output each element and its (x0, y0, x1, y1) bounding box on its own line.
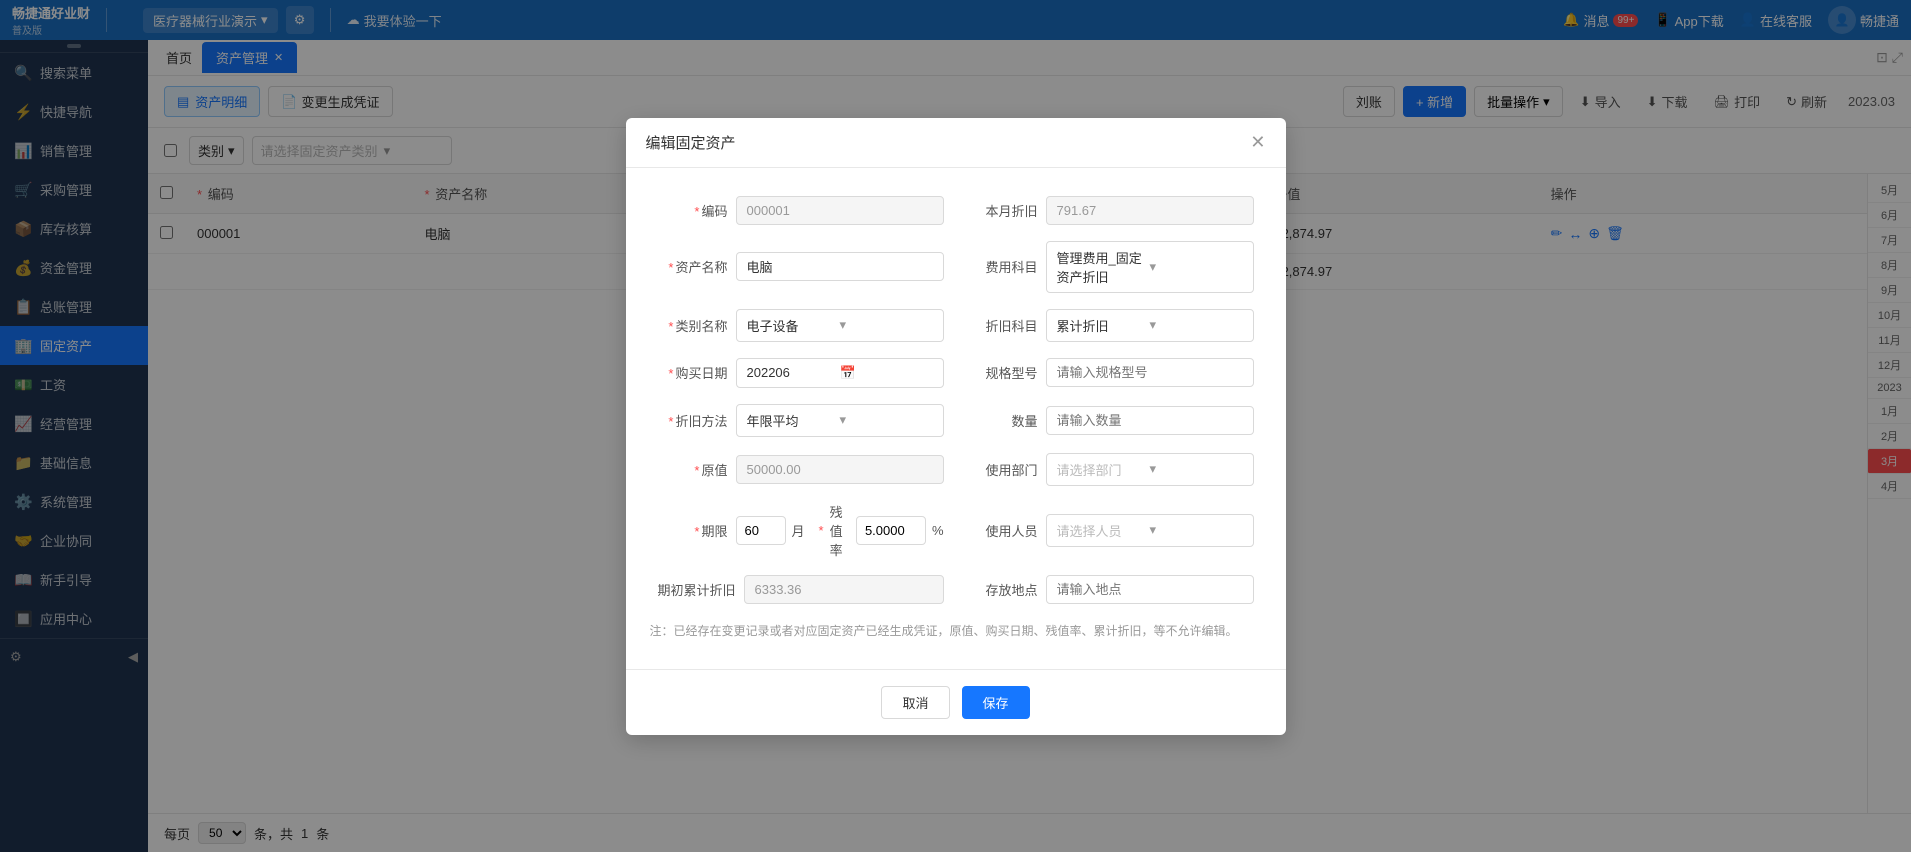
form-group-spec-model: 规格型号 (956, 350, 1266, 396)
depreciation-method-label: *折旧方法 (658, 411, 728, 430)
cancel-button[interactable]: 取消 (881, 686, 949, 719)
modal-footer: 取消 保存 (626, 669, 1286, 735)
form-group-monthly-depreciation: 本月折旧 (956, 188, 1266, 233)
original-value-label: *原值 (658, 460, 728, 479)
form-group-quantity: 数量 (956, 396, 1266, 445)
form-group-original-value: *原值 (646, 445, 956, 494)
depreciation-subject-label: 折旧科目 (968, 316, 1038, 335)
category-chevron: ▾ (840, 317, 933, 333)
code-label: *编码 (658, 201, 728, 220)
form-group-depreciation-subject: 折旧科目 累计折旧 ▾ (956, 301, 1266, 350)
depreciation-subject-select[interactable]: 累计折旧 ▾ (1046, 309, 1254, 342)
location-input[interactable] (1046, 575, 1254, 604)
form-group-depreciation-method: *折旧方法 年限平均 ▾ (646, 396, 956, 445)
form-group-expense-subject: 费用科目 管理费用_固定资产折旧 ▾ (956, 233, 1266, 301)
form-group-category: *类别名称 电子设备 ▾ (646, 301, 956, 350)
period-input (736, 516, 786, 545)
period-accumulated-label: 期初累计折旧 (658, 580, 736, 599)
department-label: 使用部门 (968, 460, 1038, 479)
location-label: 存放地点 (968, 580, 1038, 599)
modal-title: 编辑固定资产 (646, 132, 736, 153)
expense-subject-select[interactable]: 管理费用_固定资产折旧 ▾ (1046, 241, 1254, 293)
modal-header: 编辑固定资产 ✕ (626, 118, 1286, 168)
original-value-input (736, 455, 944, 484)
residual-rate-label-text: 残值率 (830, 502, 850, 559)
depreciation-subject-chevron: ▾ (1150, 317, 1243, 333)
period-label: *期限 (658, 521, 728, 540)
expense-subject-chevron: ▾ (1150, 259, 1243, 275)
purchase-date-label: *购买日期 (658, 363, 728, 382)
monthly-depreciation-input (1046, 196, 1254, 225)
department-select[interactable]: 请选择部门 ▾ (1046, 453, 1254, 486)
code-input[interactable] (736, 196, 944, 225)
form-group-code: *编码 (646, 188, 956, 233)
depreciation-method-select[interactable]: 年限平均 ▾ (736, 404, 944, 437)
save-button[interactable]: 保存 (962, 686, 1030, 719)
person-chevron: ▾ (1150, 522, 1243, 538)
asset-name-input[interactable] (736, 252, 944, 281)
monthly-depreciation-label: 本月折旧 (968, 201, 1038, 220)
person-select[interactable]: 请选择人员 ▾ (1046, 514, 1254, 547)
spec-model-label: 规格型号 (968, 363, 1038, 382)
residual-rate-input (856, 516, 926, 545)
department-chevron: ▾ (1150, 461, 1243, 477)
quantity-label: 数量 (968, 411, 1038, 430)
quantity-input[interactable] (1046, 406, 1254, 435)
category-select[interactable]: 电子设备 ▾ (736, 309, 944, 342)
person-label: 使用人员 (968, 521, 1038, 540)
period-residual-inline: 月 * 残值率 % (736, 502, 944, 559)
form-group-purchase-date: *购买日期 202206 📅 (646, 350, 956, 396)
period-accumulated-input (744, 575, 944, 604)
form-grid: *编码 本月折旧 *资产名称 (646, 188, 1266, 612)
form-group-period: *期限 月 * 残值率 % (646, 494, 956, 567)
category-label: *类别名称 (658, 316, 728, 335)
form-group-asset-name: *资产名称 (646, 233, 956, 301)
modal-body: *编码 本月折旧 *资产名称 (626, 168, 1286, 669)
asset-name-label: *资产名称 (658, 257, 728, 276)
residual-rate-star: * (819, 523, 824, 538)
modal-overlay: 编辑固定资产 ✕ *编码 本月折旧 (0, 0, 1911, 852)
calendar-icon[interactable]: 📅 (840, 365, 933, 381)
modal-close-icon[interactable]: ✕ (1250, 132, 1265, 153)
edit-asset-modal: 编辑固定资产 ✕ *编码 本月折旧 (626, 118, 1286, 735)
form-group-person: 使用人员 请选择人员 ▾ (956, 494, 1266, 567)
purchase-date-input[interactable]: 202206 📅 (736, 358, 944, 388)
form-group-location: 存放地点 (956, 567, 1266, 612)
residual-rate-unit: % (932, 523, 944, 538)
expense-subject-label: 费用科目 (968, 257, 1038, 276)
period-unit: 月 (792, 521, 805, 540)
modal-note: 注：已经存在变更记录或者对应固定资产已经生成凭证，原值、购买日期、残值率、累计折… (646, 622, 1266, 639)
spec-model-input[interactable] (1046, 358, 1254, 387)
depreciation-method-chevron: ▾ (840, 412, 933, 428)
form-group-period-accumulated: 期初累计折旧 (646, 567, 956, 612)
form-group-department: 使用部门 请选择部门 ▾ (956, 445, 1266, 494)
